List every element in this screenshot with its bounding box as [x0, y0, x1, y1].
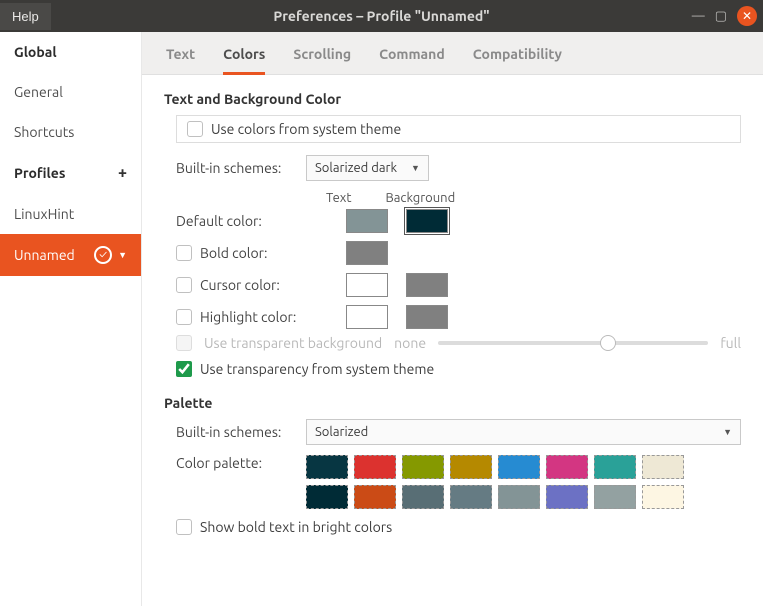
bold-color-label: Bold color: — [200, 245, 267, 261]
tab-scrolling[interactable]: Scrolling — [293, 46, 351, 74]
close-button[interactable]: ✕ — [737, 6, 757, 26]
bold-text-swatch[interactable] — [346, 241, 388, 265]
cursor-text-swatch[interactable] — [346, 273, 388, 297]
palette-swatch-15[interactable] — [642, 485, 684, 509]
text-column-header: Text — [326, 191, 351, 205]
sidebar-global[interactable]: Global — [0, 32, 141, 72]
dropdown-arrow-icon: ▼ — [723, 427, 732, 437]
transparency-slider — [438, 341, 708, 345]
tab-compatibility[interactable]: Compatibility — [473, 46, 562, 74]
system-transparency-checkbox[interactable] — [176, 361, 192, 377]
default-color-label: Default color: — [176, 213, 306, 229]
highlight-text-swatch[interactable] — [346, 305, 388, 329]
palette-swatch-10[interactable] — [402, 485, 444, 509]
highlight-bg-swatch[interactable] — [406, 305, 448, 329]
sidebar-shortcuts[interactable]: Shortcuts — [0, 112, 141, 152]
palette-swatch-4[interactable] — [498, 455, 540, 479]
palette-swatch-1[interactable] — [354, 455, 396, 479]
slider-thumb — [600, 335, 616, 351]
tab-command[interactable]: Command — [379, 46, 445, 74]
bold-bright-checkbox[interactable] — [176, 519, 192, 535]
default-bg-swatch[interactable] — [406, 209, 448, 233]
cursor-color-label: Cursor color: — [200, 277, 280, 293]
tab-text[interactable]: Text — [166, 46, 195, 74]
tab-colors[interactable]: Colors — [223, 46, 265, 75]
system-transparency-label: Use transparency from system theme — [200, 361, 434, 377]
add-profile-icon[interactable]: + — [118, 164, 127, 182]
use-system-theme-checkbox[interactable] — [187, 121, 203, 137]
palette-swatch-7[interactable] — [642, 455, 684, 479]
sidebar-profiles[interactable]: Profiles + — [0, 152, 141, 194]
cursor-color-checkbox[interactable] — [176, 277, 192, 293]
palette-swatch-11[interactable] — [450, 485, 492, 509]
sidebar-profile-linuxhint[interactable]: LinuxHint — [0, 194, 141, 234]
transparency-full-label: full — [720, 335, 741, 351]
bold-color-checkbox[interactable] — [176, 245, 192, 261]
tabs: Text Colors Scrolling Command Compatibil… — [142, 32, 763, 75]
sidebar-profile-unnamed-label: Unnamed — [14, 247, 75, 263]
titlebar: Help Preferences – Profile "Unnamed" — ▢… — [0, 0, 763, 32]
transparency-none-label: none — [394, 335, 426, 351]
palette-swatch-13[interactable] — [546, 485, 588, 509]
default-profile-icon: ✓ — [94, 246, 112, 264]
builtin-scheme-label: Built-in schemes: — [176, 160, 306, 176]
palette-scheme-dropdown[interactable]: Solarized ▼ — [306, 419, 741, 445]
highlight-color-label: Highlight color: — [200, 309, 296, 325]
color-palette-label: Color palette: — [176, 455, 306, 471]
palette-grid — [306, 455, 706, 509]
sidebar-profile-unnamed[interactable]: Unnamed ✓ ▼ — [0, 234, 141, 276]
default-text-swatch[interactable] — [346, 209, 388, 233]
cursor-bg-swatch[interactable] — [406, 273, 448, 297]
use-system-theme-row[interactable]: Use colors from system theme — [176, 115, 741, 143]
palette-title: Palette — [164, 395, 741, 411]
palette-swatch-2[interactable] — [402, 455, 444, 479]
minimize-button[interactable]: — — [692, 9, 705, 23]
sidebar-general[interactable]: General — [0, 72, 141, 112]
palette-swatch-6[interactable] — [594, 455, 636, 479]
sidebar: Global General Shortcuts Profiles + Linu… — [0, 32, 142, 606]
bold-bright-label: Show bold text in bright colors — [200, 519, 392, 535]
palette-swatch-12[interactable] — [498, 485, 540, 509]
builtin-scheme-dropdown[interactable]: Solarized dark ▼ — [306, 155, 429, 181]
text-bg-title: Text and Background Color — [164, 91, 741, 107]
palette-swatch-8[interactable] — [306, 485, 348, 509]
transparent-bg-checkbox — [176, 335, 192, 351]
sidebar-profiles-label: Profiles — [14, 165, 65, 181]
palette-swatch-5[interactable] — [546, 455, 588, 479]
transparent-bg-label: Use transparent background — [204, 335, 382, 351]
help-menu[interactable]: Help — [0, 3, 51, 30]
builtin-scheme-value: Solarized dark — [315, 161, 397, 175]
palette-swatch-0[interactable] — [306, 455, 348, 479]
palette-scheme-value: Solarized — [315, 425, 368, 439]
maximize-button[interactable]: ▢ — [715, 9, 727, 24]
background-column-header: Background — [385, 191, 455, 205]
use-system-theme-label: Use colors from system theme — [211, 121, 401, 137]
chevron-down-icon[interactable]: ▼ — [118, 250, 127, 260]
highlight-color-checkbox[interactable] — [176, 309, 192, 325]
dropdown-arrow-icon: ▼ — [411, 163, 420, 173]
window-title: Preferences – Profile "Unnamed" — [273, 8, 489, 24]
palette-swatch-9[interactable] — [354, 485, 396, 509]
palette-swatch-14[interactable] — [594, 485, 636, 509]
palette-builtin-label: Built-in schemes: — [176, 424, 306, 440]
palette-swatch-3[interactable] — [450, 455, 492, 479]
